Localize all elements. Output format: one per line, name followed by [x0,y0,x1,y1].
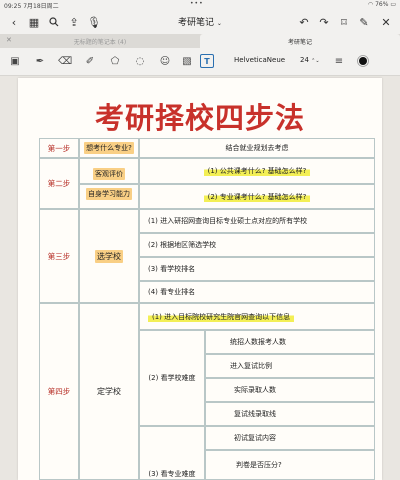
note-page[interactable]: 考研择校四步法 第一步 第二步 第三步 第四步 想考什么专业? 结合就业规划去考… [18,78,382,480]
sticker-icon[interactable]: ☺ [158,54,172,68]
shapes-icon[interactable]: ⬠ [108,54,122,68]
row2-label-b: 自身学习能力 [79,184,139,209]
row4-sub3-item-2: 判卷是否压分? [205,450,375,480]
status-time-date: 09:25 7月18日周二 [4,3,59,10]
close-icon[interactable]: ✕ [378,14,394,30]
eraser-icon[interactable]: ⌫ [58,54,72,68]
tab-bar: ✕ 无标题的笔记本 (4) 考研笔记 [0,34,400,48]
row2-label-a: 客观评价 [79,158,139,184]
tab-close-icon[interactable]: ✕ [6,36,12,44]
top-toolbar: ‹ ▦ ⇪ 🎙 考研笔记 ⌄ ↶ ↷ ⌑ ✎ ✕ [0,10,400,34]
highlighter-icon[interactable]: ✐ [83,54,97,68]
step4-label: 第四步 [39,303,79,480]
row1-content: 结合就业规划去考虑 [139,138,375,158]
status-battery: ◠ 76% ▭ [367,1,396,8]
row4-sub2-item-1: 统招人数报考人数 [205,330,375,354]
row2-q2: (2) 专业课考什么? 基础怎么样? [139,184,375,209]
tools-row: ▣ ✒ ⌫ ✐ ⬠ ◌ ☺ ▧ T HelveticaNeue 24 ⌃⌄ ≡ [0,48,400,76]
lasso-image-icon[interactable]: ▣ [8,54,22,68]
row3-label: 选学校 [79,209,139,303]
row4-sub2: (2) 看学校难度 [139,330,205,426]
row4-sub2-item-3: 实际录取人数 [205,378,375,402]
row4-label: 定学校 [79,303,139,480]
pen-icon[interactable]: ✒ [33,54,47,68]
step1-label: 第一步 [39,138,79,158]
step3-label: 第三步 [39,209,79,303]
row4-sub2-item-2: 进入复试比例 [205,354,375,378]
color-picker[interactable] [356,54,370,68]
steps-table: 第一步 第二步 第三步 第四步 想考什么专业? 结合就业规划去考虑 客观评价 自… [39,138,375,480]
text-tool-icon[interactable]: T [200,54,214,68]
row2-q1: (1) 公共课考什么? 基础怎么样? [139,158,375,184]
page-title: 考研择校四步法 [94,101,305,135]
tab-untitled-notebook[interactable]: ✕ 无标题的笔记本 (4) [0,34,200,48]
row3-item-4: (4) 看专业排名 [139,281,375,303]
row3-item-3: (3) 看学校排名 [139,257,375,281]
tab-kaoyan-notes[interactable]: 考研笔记 [200,34,400,48]
align-icon[interactable]: ≡ [332,54,346,68]
bookmark-icon[interactable]: ⌑ [336,14,352,30]
status-bar: 09:25 7月18日周二 ••• ◠ 76% ▭ [0,0,400,10]
row4-sub2-item-4: 复试线录取线 [205,402,375,426]
redo-icon[interactable]: ↷ [316,14,332,30]
row4-top: (1) 进入目标院校研究生院官网查询以下信息 [139,303,375,330]
lasso-icon[interactable]: ◌ [133,54,147,68]
image-icon[interactable]: ▧ [180,54,194,68]
undo-icon[interactable]: ↶ [296,14,312,30]
multitask-dots[interactable]: ••• [190,0,204,7]
step2-label: 第二步 [39,158,79,209]
font-name-select[interactable]: HelveticaNeue [234,56,285,64]
row4-sub3: (3) 看专业难度 [139,426,205,480]
row3-item-1: (1) 进入研招网查询目标专业硕士点对应的所有学校 [139,209,375,233]
row4-sub3-item-1: 初试复试内容 [205,426,375,450]
row1-label: 想考什么专业? [79,138,139,158]
row3-item-2: (2) 根据地区筛选学校 [139,233,375,257]
edit-icon[interactable]: ✎ [356,14,372,30]
font-size-select[interactable]: 24 ⌃⌄ [300,56,320,64]
